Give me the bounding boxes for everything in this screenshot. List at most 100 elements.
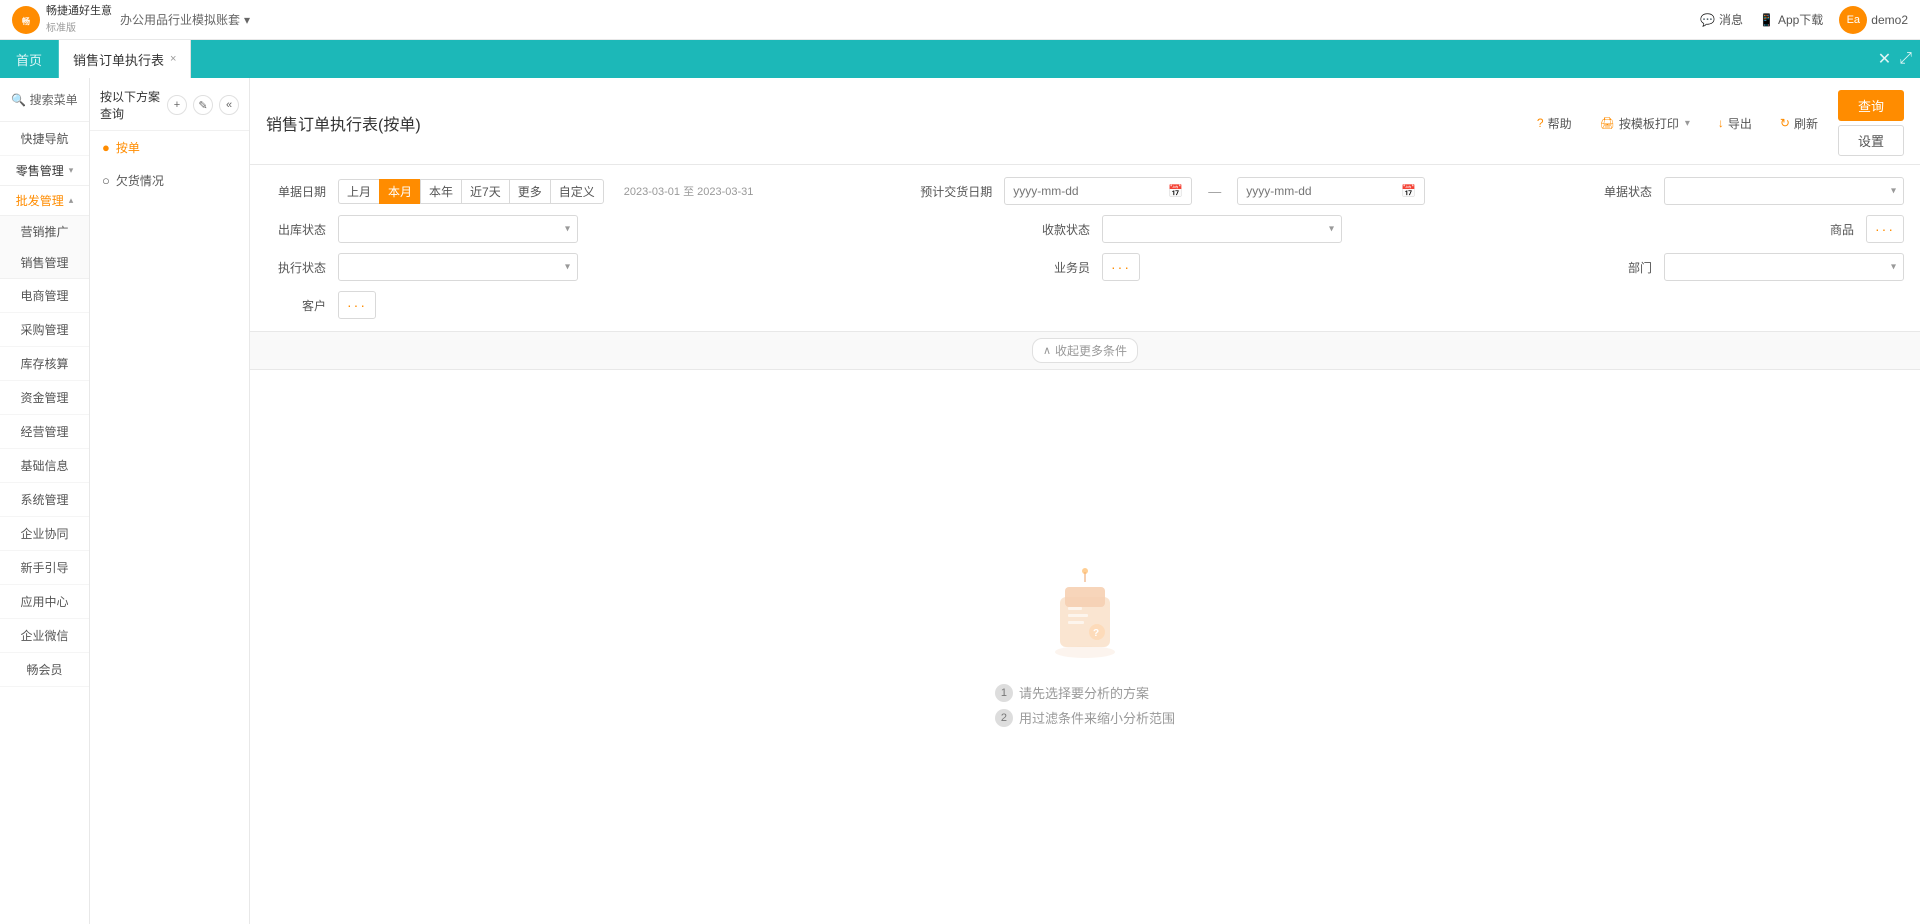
sidebar-item-wechat[interactable]: 企业微信 — [0, 619, 89, 653]
main-layout: 🔍 搜索菜单 快捷导航 零售管理 ▾ 批发管理 ▴ 营销推广 销售管理 电商管理 — [0, 78, 1920, 924]
message-icon: 💬 — [1700, 13, 1715, 27]
sidebar-item-quick-nav[interactable]: 快捷导航 — [0, 122, 89, 156]
empty-area: ? 1 请先选择要分析的方案 2 用过滤条件来缩小分析范围 — [250, 370, 1920, 924]
message-label: 消息 — [1719, 11, 1743, 28]
date-btn-this-month[interactable]: 本月 — [379, 179, 420, 204]
sales-mgmt-label: 销售管理 — [20, 256, 68, 270]
customer-picker-btn[interactable]: ··· — [338, 291, 376, 319]
empty-hint-1: 1 请先选择要分析的方案 — [995, 683, 1175, 702]
avatar: Ea — [1839, 6, 1867, 34]
breadcrumb[interactable]: 办公用品行业模拟账套 ▾ — [120, 11, 250, 28]
goods-label: 商品 — [1794, 221, 1854, 238]
member-label: 畅会员 — [26, 663, 62, 677]
edit-scheme-btn[interactable]: ✎ — [193, 95, 213, 115]
sidebar-item-marketing[interactable]: 营销推广 — [0, 216, 89, 247]
refresh-icon: ↻ — [1780, 116, 1790, 130]
logo-text: 畅捷通好生意 — [46, 5, 112, 18]
sidebar-item-inventory[interactable]: 库存核算 — [0, 347, 89, 381]
collapse-panel-btn[interactable]: « — [219, 95, 239, 115]
message-action[interactable]: 💬 消息 — [1700, 11, 1743, 28]
tab-home[interactable]: 首页 — [0, 40, 59, 78]
sidebar-item-sales-mgmt[interactable]: 销售管理 — [0, 247, 89, 278]
system-label: 系统管理 — [20, 493, 68, 507]
newbie-label: 新手引导 — [20, 561, 68, 575]
expected-date-to[interactable]: 📅 — [1237, 177, 1425, 205]
execution-select[interactable] — [338, 253, 578, 281]
sidebar-item-enterprise[interactable]: 企业协同 — [0, 517, 89, 551]
shortage-label: 欠货情况 — [116, 172, 164, 189]
right-main: 销售订单执行表(按单) ? 帮助 🖨 按模板打印 ▾ ↓ — [250, 78, 1920, 924]
status-select[interactable]: 全部 待审核 已审核 已完成 — [1664, 177, 1904, 205]
filter-row-1: 单据日期 上月 本月 本年 近7天 更多 自定义 2023-03-01 至 20… — [266, 177, 1904, 205]
query-button[interactable]: 查询 — [1838, 90, 1904, 121]
content-split: 按以下方案查询 + ✎ « ● 按单 ○ 欠货情况 — [90, 78, 1920, 924]
expected-date-to-input[interactable] — [1246, 184, 1401, 198]
user-area[interactable]: Ea demo2 — [1839, 6, 1908, 34]
shipment-select[interactable] — [338, 215, 578, 243]
tab-home-label: 首页 — [16, 50, 42, 69]
date-btn-custom[interactable]: 自定义 — [550, 179, 604, 204]
date-label: 单据日期 — [266, 183, 326, 200]
logo-text-block: 畅捷通好生意 标准版 — [46, 5, 112, 33]
scheme-item-shortage[interactable]: ○ 欠货情况 — [90, 164, 249, 197]
expected-date-from[interactable]: 📅 — [1004, 177, 1192, 205]
add-scheme-btn[interactable]: + — [167, 95, 187, 115]
app-download-label: App下载 — [1778, 11, 1823, 28]
sidebar-item-retail[interactable]: 零售管理 ▾ — [0, 156, 89, 186]
export-label: 导出 — [1728, 115, 1752, 132]
goods-picker-btn[interactable]: ··· — [1866, 215, 1904, 243]
hint-text-2: 用过滤条件来缩小分析范围 — [1019, 708, 1175, 727]
left-panel-icons: + ✎ « — [167, 95, 239, 115]
date-btn-this-year[interactable]: 本年 — [420, 179, 461, 204]
tab-sales-execution[interactable]: 销售订单执行表 × — [59, 40, 191, 78]
sidebar-item-member[interactable]: 畅会员 — [0, 653, 89, 687]
page-header: 销售订单执行表(按单) ? 帮助 🖨 按模板打印 ▾ ↓ — [250, 78, 1920, 165]
window-close-btn[interactable]: ✕ — [1878, 49, 1891, 69]
by-order-icon: ● — [102, 140, 110, 155]
date-btn-7days[interactable]: 近7天 — [461, 179, 509, 204]
refresh-btn[interactable]: ↻ 刷新 — [1772, 111, 1826, 136]
shipment-select-wrap: ▾ — [338, 215, 578, 243]
export-btn[interactable]: ↓ 导出 — [1710, 111, 1760, 136]
search-menu-btn[interactable]: 🔍 搜索菜单 — [6, 86, 83, 113]
scheme-item-by-order[interactable]: ● 按单 — [90, 131, 249, 164]
app-download-action[interactable]: 📱 App下载 — [1759, 11, 1823, 28]
sidebar-item-purchase[interactable]: 采购管理 — [0, 313, 89, 347]
shortage-icon: ○ — [102, 173, 110, 188]
ecommerce-label: 电商管理 — [20, 289, 68, 303]
page-title: 销售订单执行表(按单) — [266, 111, 421, 135]
sidebar-item-operations[interactable]: 经营管理 — [0, 415, 89, 449]
by-order-label: 按单 — [116, 139, 140, 156]
export-icon: ↓ — [1718, 116, 1724, 130]
action-buttons: 查询 设置 — [1838, 90, 1904, 156]
sidebar-item-app-center[interactable]: 应用中心 — [0, 585, 89, 619]
salesperson-picker-btn[interactable]: ··· — [1102, 253, 1140, 281]
header-right: 💬 消息 📱 App下载 Ea demo2 — [1700, 6, 1908, 34]
collapse-conditions-btn[interactable]: ∧ 收起更多条件 — [1032, 338, 1138, 363]
marketing-label: 营销推广 — [20, 225, 68, 239]
sidebar-item-basic-info[interactable]: 基础信息 — [0, 449, 89, 483]
refresh-label: 刷新 — [1794, 115, 1818, 132]
settings-button[interactable]: 设置 — [1838, 125, 1904, 156]
sidebar-item-wholesale[interactable]: 批发管理 ▴ — [0, 186, 89, 216]
expected-date-from-input[interactable] — [1013, 184, 1168, 198]
tab-close-icon[interactable]: × — [170, 53, 176, 65]
sidebar-item-system[interactable]: 系统管理 — [0, 483, 89, 517]
sidebar-quick-nav-label: 快捷导航 — [20, 132, 68, 146]
payment-label: 收款状态 — [1030, 221, 1090, 238]
dept-select[interactable] — [1664, 253, 1904, 281]
hint-num-2: 2 — [995, 709, 1013, 727]
sidebar-item-ecommerce[interactable]: 电商管理 — [0, 279, 89, 313]
date-btn-last-month[interactable]: 上月 — [338, 179, 379, 204]
date-btn-more[interactable]: 更多 — [509, 179, 550, 204]
sidebar-item-newbie[interactable]: 新手引导 — [0, 551, 89, 585]
print-label: 按模板打印 — [1619, 115, 1679, 132]
date-range-text: 2023-03-01 至 2023-03-31 — [624, 183, 754, 199]
window-expand-btn[interactable]: ⤢ — [1899, 50, 1912, 68]
help-icon: ? — [1537, 116, 1544, 130]
payment-select[interactable] — [1102, 215, 1342, 243]
logo-area: 畅 畅捷通好生意 标准版 — [12, 5, 112, 33]
help-btn[interactable]: ? 帮助 — [1529, 111, 1580, 136]
print-template-btn[interactable]: 🖨 按模板打印 ▾ — [1592, 111, 1698, 136]
sidebar-item-finance[interactable]: 资金管理 — [0, 381, 89, 415]
